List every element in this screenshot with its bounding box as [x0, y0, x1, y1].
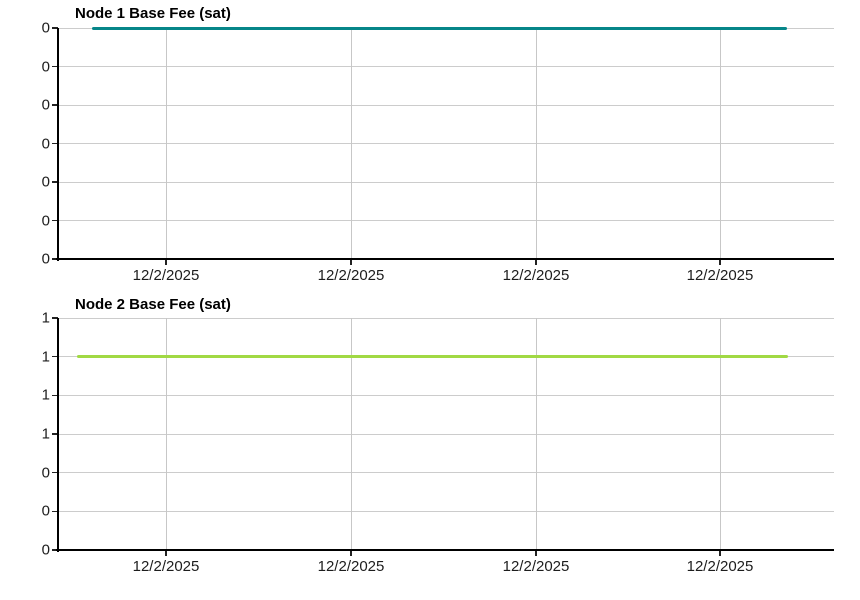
gridline-vertical	[350, 318, 352, 550]
series-line-node-2-base-fee	[77, 355, 788, 359]
y-axis-tick-label: 0	[41, 464, 50, 482]
y-axis-tick-label: 1	[41, 425, 50, 443]
x-axis-tick-label: 12/2/2025	[686, 558, 754, 575]
x-axis-line	[56, 549, 834, 551]
gridline-horizontal	[59, 433, 834, 435]
x-axis-tick-label: 12/2/2025	[317, 558, 385, 575]
gridline-horizontal	[59, 317, 834, 319]
x-axis-tick-mark	[165, 551, 167, 556]
gridline-vertical	[719, 318, 721, 550]
y-axis-tick-label: 1	[41, 386, 50, 404]
chart-2-plot-area: 1 1 1 1 0 0 0 12/2/2025 12/2/2025 12/2/2025 12/2/2…	[0, 0, 860, 600]
y-axis-line	[57, 318, 59, 552]
gridline-vertical	[165, 318, 167, 550]
gridline-horizontal	[59, 472, 834, 474]
y-axis-tick-label: 0	[41, 541, 50, 559]
gridline-horizontal	[59, 394, 834, 396]
y-axis-tick-label: 0	[41, 502, 50, 520]
y-axis-tick-label: 1	[41, 309, 50, 327]
x-axis-tick-label: 12/2/2025	[502, 558, 570, 575]
x-axis-tick-mark	[535, 551, 537, 556]
gridline-vertical	[535, 318, 537, 550]
x-axis-tick-mark	[719, 551, 721, 556]
y-axis-tick-label: 1	[41, 348, 50, 366]
charts-canvas: Node 1 Base Fee (sat) 0 0 0 0 0 0 0 12/2/2025 12…	[0, 0, 860, 600]
gridline-horizontal	[59, 510, 834, 512]
x-axis-tick-mark	[350, 551, 352, 556]
x-axis-tick-label: 12/2/2025	[132, 558, 200, 575]
